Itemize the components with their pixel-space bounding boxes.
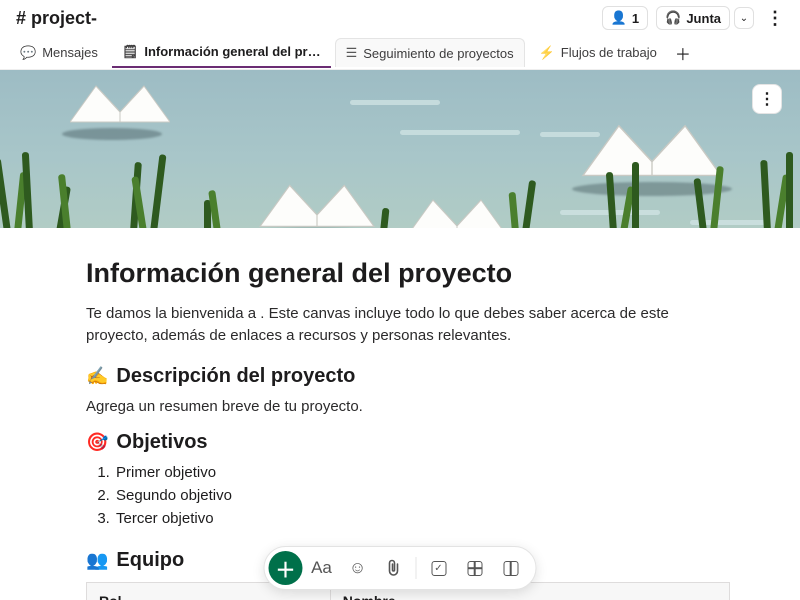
emoji-button[interactable]: ☺ — [341, 551, 375, 585]
bolt-icon: ⚡ — [539, 45, 555, 61]
canvas-icon: 🗒 — [122, 44, 139, 60]
huddle-button[interactable]: 🎧 Junta — [656, 6, 730, 30]
attachment-button[interactable] — [377, 551, 411, 585]
canvas-toolbar: ＋ Aa ☺ ✓ — [264, 546, 537, 590]
description-heading[interactable]: ✍️ Descripción del proyecto — [86, 365, 730, 388]
cover-image: ⋮ — [0, 70, 800, 228]
tab-project-overview[interactable]: 🗒 Información general del pr… — [112, 38, 331, 68]
list-item[interactable]: Primer objetivo — [114, 462, 730, 485]
text-format-button[interactable]: Aa — [305, 551, 339, 585]
chat-icon: 💬 — [20, 45, 36, 61]
channel-name[interactable]: # project- — [16, 8, 97, 29]
page-title[interactable]: Información general del proyecto — [86, 258, 730, 289]
more-actions-button[interactable]: ⋮ — [762, 8, 788, 29]
cover-options-button[interactable]: ⋮ — [752, 84, 782, 114]
checklist-button[interactable]: ✓ — [422, 551, 456, 585]
person-icon: 👤 — [611, 10, 627, 26]
channel-tabs: 💬 Mensajes 🗒 Información general del pr…… — [0, 36, 800, 70]
tab-messages[interactable]: 💬 Mensajes — [10, 39, 108, 67]
channel-header: # project- 👤 1 🎧 Junta ⌄ ⋮ — [0, 0, 800, 36]
member-count: 1 — [632, 11, 639, 26]
tab-workflows[interactable]: ⚡ Flujos de trabajo — [529, 39, 667, 67]
paperclip-icon — [386, 559, 402, 577]
checkbox-icon: ✓ — [431, 561, 446, 576]
add-tab-button[interactable]: ＋ — [671, 41, 695, 65]
target-icon: 🎯 — [86, 432, 108, 453]
insert-block-button[interactable]: ＋ — [269, 551, 303, 585]
list-icon: ☰ — [346, 45, 358, 61]
tab-project-tracking[interactable]: ☰ Seguimiento de proyectos — [335, 38, 525, 67]
huddle-chevron[interactable]: ⌄ — [734, 7, 754, 29]
objectives-list[interactable]: Primer objetivo Segundo objetivo Tercer … — [114, 462, 730, 531]
description-body[interactable]: Agrega un resumen breve de tu proyecto. — [86, 396, 730, 418]
writing-hand-icon: ✍️ — [86, 366, 108, 387]
members-pill[interactable]: 👤 1 — [602, 6, 648, 30]
people-icon: 👥 — [86, 550, 108, 571]
table-button[interactable] — [458, 551, 492, 585]
canvas-document[interactable]: Información general del proyecto Te damo… — [0, 228, 800, 600]
headphones-icon: 🎧 — [665, 10, 681, 26]
grid-icon — [467, 561, 482, 576]
columns-button[interactable] — [494, 551, 528, 585]
columns-icon — [503, 561, 518, 576]
list-item[interactable]: Segundo objetivo — [114, 485, 730, 508]
objectives-heading[interactable]: 🎯 Objetivos — [86, 431, 730, 454]
list-item[interactable]: Tercer objetivo — [114, 508, 730, 531]
intro-paragraph[interactable]: Te damos la bienvenida a . Este canvas i… — [86, 303, 730, 347]
